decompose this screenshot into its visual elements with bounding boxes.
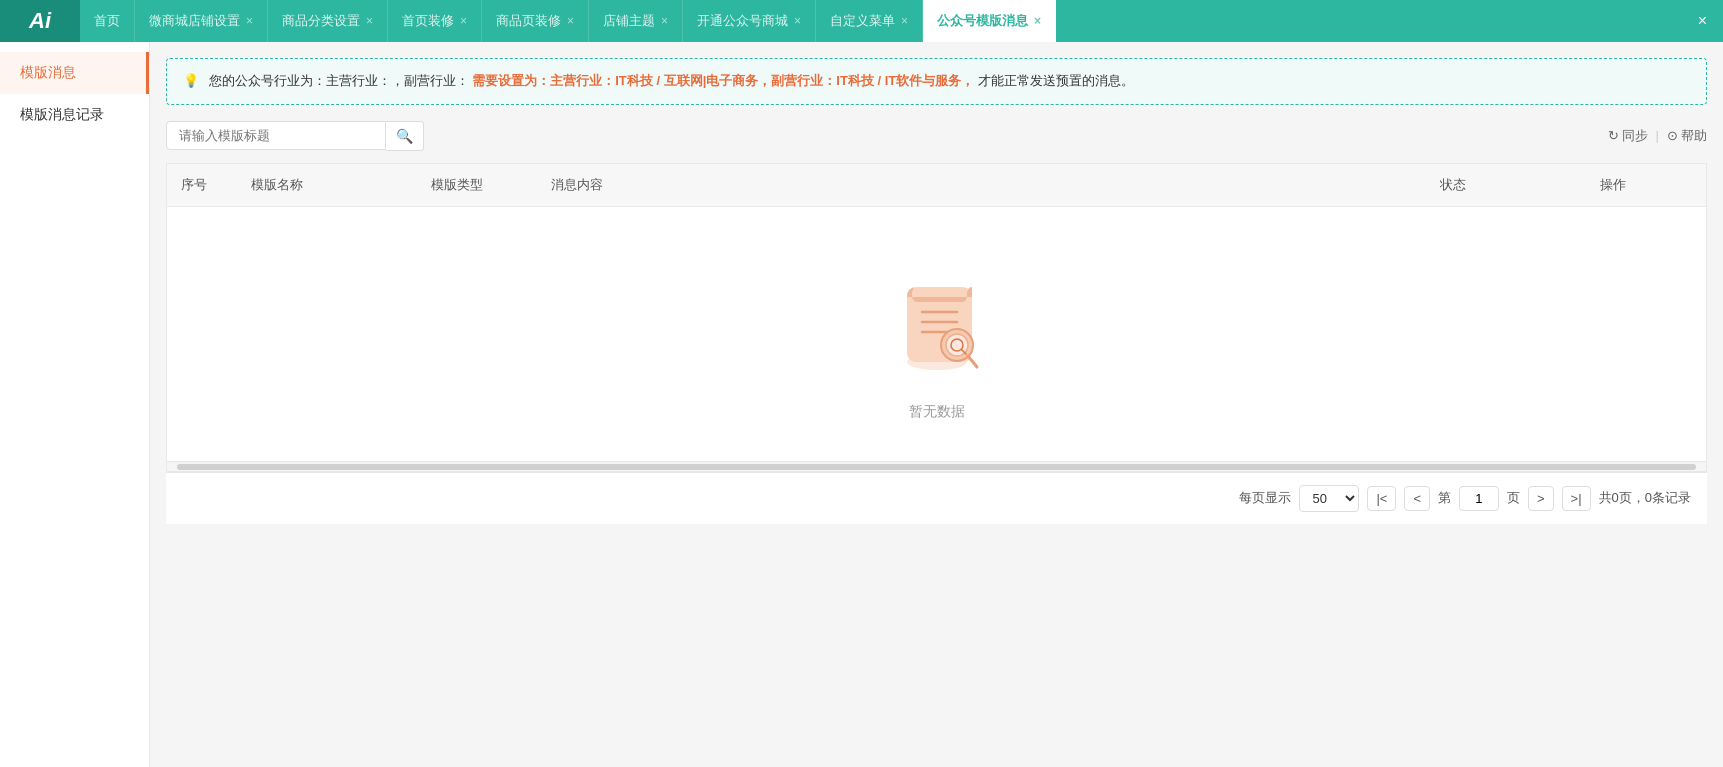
- prev-page-button[interactable]: <: [1404, 486, 1430, 511]
- search-input[interactable]: [166, 121, 386, 150]
- search-bar: 🔍 ↻ 同步 | ⊙ 帮助: [166, 121, 1707, 151]
- page-before-label: 第: [1438, 489, 1451, 507]
- search-button[interactable]: 🔍: [386, 121, 424, 151]
- empty-state: 暂无数据: [167, 207, 1706, 461]
- close-icon[interactable]: ×: [661, 14, 668, 28]
- nav-tab-theme[interactable]: 店铺主题 ×: [589, 0, 683, 42]
- page-size-label: 每页显示: [1239, 489, 1291, 507]
- table-container: 序号 模版名称 模版类型 消息内容 状态 操作: [166, 163, 1707, 472]
- close-icon[interactable]: ×: [460, 14, 467, 28]
- col-header-content: 消息内容: [537, 164, 1426, 206]
- sidebar-item-template-msg-record[interactable]: 模版消息记录: [0, 94, 149, 136]
- search-right: ↻ 同步 | ⊙ 帮助: [1608, 127, 1707, 145]
- nav-tab-home[interactable]: 首页: [80, 0, 135, 42]
- close-icon[interactable]: ×: [1034, 14, 1041, 28]
- page-size-select[interactable]: 50 20 100: [1299, 485, 1359, 512]
- col-header-index: 序号: [167, 164, 237, 206]
- logo: Ai: [0, 0, 80, 42]
- content-area: 💡 您的公众号行业为：主营行业：，副营行业： 需要设置为：主营行业：IT科技 /…: [150, 42, 1723, 767]
- nav-tab-home-decor[interactable]: 首页装修 ×: [388, 0, 482, 42]
- col-header-status: 状态: [1426, 164, 1586, 206]
- scrollbar-track[interactable]: [177, 464, 1696, 470]
- search-left: 🔍: [166, 121, 424, 151]
- last-page-button[interactable]: >|: [1562, 486, 1591, 511]
- first-page-button[interactable]: |<: [1367, 486, 1396, 511]
- table-header: 序号 模版名称 模版类型 消息内容 状态 操作: [167, 164, 1706, 207]
- divider: |: [1656, 128, 1659, 143]
- pagination: 每页显示 50 20 100 |< < 第 页 > >| 共0页，0条记录: [166, 472, 1707, 524]
- nav-tab-open-mall[interactable]: 开通公众号商城 ×: [683, 0, 816, 42]
- main-layout: 模版消息 模版消息记录 💡 您的公众号行业为：主营行业：，副营行业： 需要设置为…: [0, 42, 1723, 767]
- empty-icon: [877, 267, 997, 387]
- svg-line-6: [968, 356, 977, 367]
- close-all-button[interactable]: ×: [1682, 0, 1723, 42]
- page-after-label: 页: [1507, 489, 1520, 507]
- nav-tab-product-decor[interactable]: 商品页装修 ×: [482, 0, 589, 42]
- close-icon[interactable]: ×: [567, 14, 574, 28]
- empty-text: 暂无数据: [909, 403, 965, 421]
- nav-tab-custom-menu[interactable]: 自定义菜单 ×: [816, 0, 923, 42]
- page-number-input[interactable]: [1459, 486, 1499, 511]
- sync-icon: ↻: [1608, 128, 1619, 143]
- col-header-name: 模版名称: [237, 164, 417, 206]
- sync-button[interactable]: ↻ 同步: [1608, 127, 1648, 145]
- total-label: 共0页，0条记录: [1599, 489, 1691, 507]
- help-button[interactable]: ⊙ 帮助: [1667, 127, 1707, 145]
- sidebar: 模版消息 模版消息记录: [0, 42, 150, 767]
- notice-box: 💡 您的公众号行业为：主营行业：，副营行业： 需要设置为：主营行业：IT科技 /…: [166, 58, 1707, 105]
- nav-tab-template-msg[interactable]: 公众号模版消息 ×: [923, 0, 1056, 42]
- sidebar-item-template-msg[interactable]: 模版消息: [0, 52, 149, 94]
- close-icon[interactable]: ×: [366, 14, 373, 28]
- nav-tab-category[interactable]: 商品分类设置 ×: [268, 0, 388, 42]
- scrollbar-area[interactable]: [167, 461, 1706, 471]
- close-icon[interactable]: ×: [246, 14, 253, 28]
- col-header-type: 模版类型: [417, 164, 537, 206]
- search-icon: 🔍: [396, 128, 413, 144]
- close-icon[interactable]: ×: [794, 14, 801, 28]
- bulb-icon: 💡: [183, 73, 199, 88]
- top-nav: Ai 首页 微商城店铺设置 × 商品分类设置 × 首页装修 × 商品页装修 × …: [0, 0, 1723, 42]
- nav-tab-store-setting[interactable]: 微商城店铺设置 ×: [135, 0, 268, 42]
- help-icon: ⊙: [1667, 128, 1678, 143]
- close-icon[interactable]: ×: [901, 14, 908, 28]
- col-header-action: 操作: [1586, 164, 1706, 206]
- next-page-button[interactable]: >: [1528, 486, 1554, 511]
